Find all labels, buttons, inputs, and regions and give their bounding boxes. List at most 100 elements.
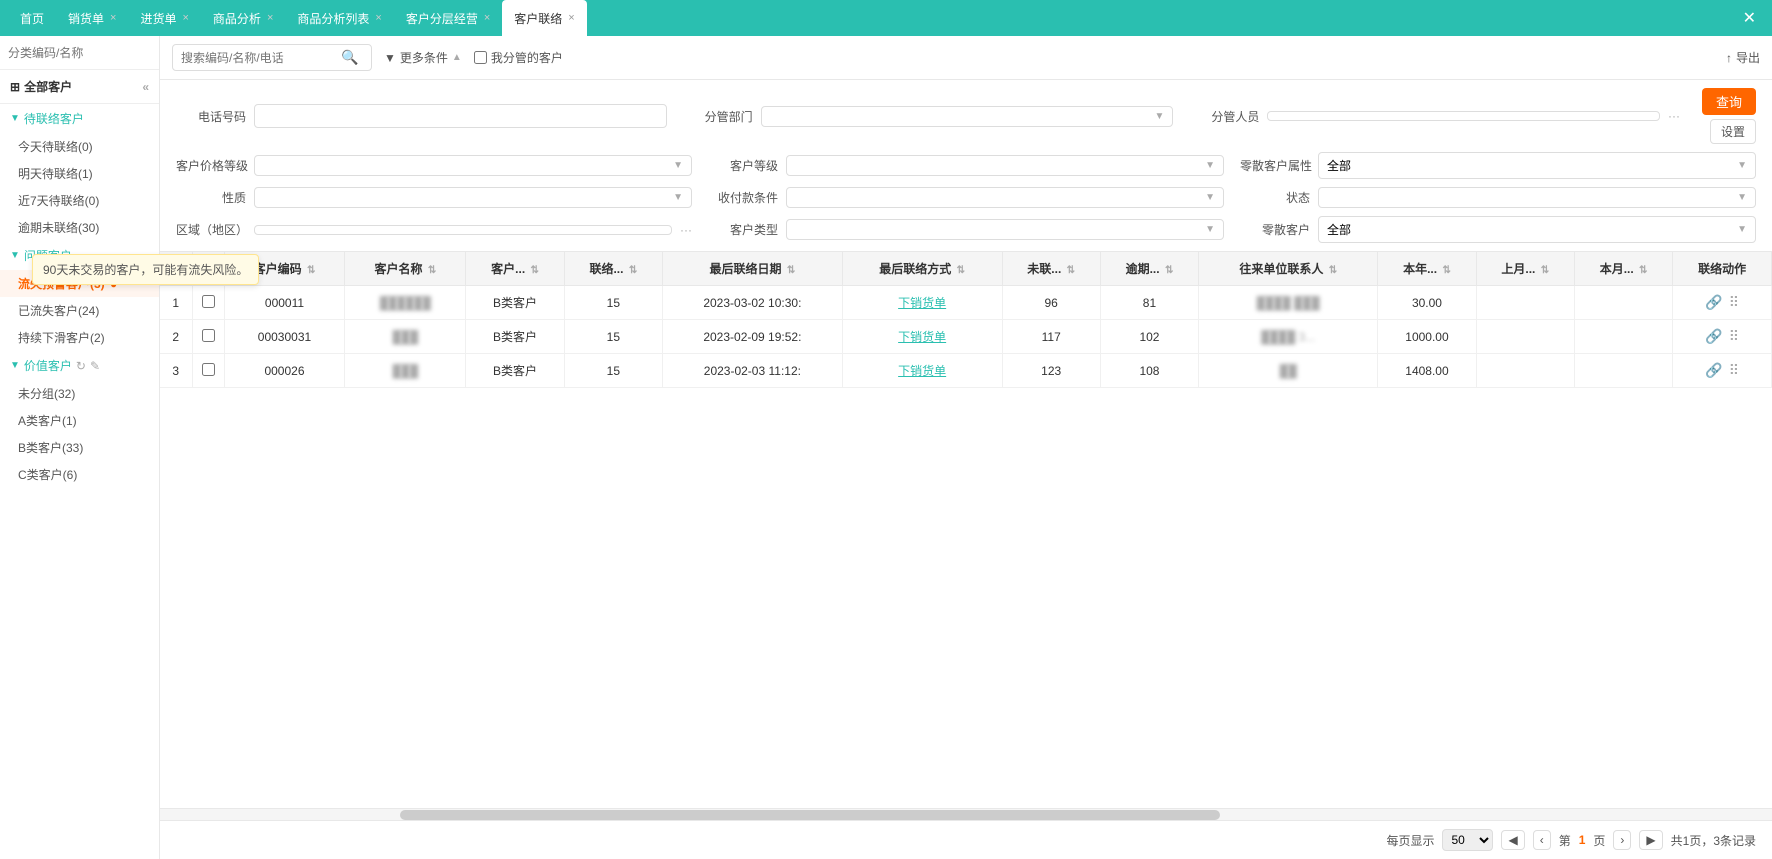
refresh-icon[interactable]: ↻: [76, 359, 86, 373]
th-customer-name[interactable]: 客户名称 ⇅: [345, 252, 466, 286]
th-contact-person[interactable]: 往来单位联系人 ⇅: [1199, 252, 1378, 286]
horizontal-scrollbar[interactable]: [160, 808, 1772, 820]
region-select[interactable]: [254, 225, 672, 235]
zero-attr-select[interactable]: 全部▼: [1318, 152, 1756, 179]
tab-customer-tier[interactable]: 客户分层经营 ×: [394, 0, 502, 36]
sidebar-item-declining[interactable]: 持续下滑客户(2): [0, 324, 159, 351]
sidebar-item-7day-contact[interactable]: 近7天待联络(0): [0, 187, 159, 214]
sidebar-group-pending-contact[interactable]: ▼ 待联络客户: [0, 104, 159, 133]
sidebar-item-tomorrow-contact[interactable]: 明天待联络(1): [0, 160, 159, 187]
th-last-contact-date[interactable]: 最后联络日期 ⇅: [663, 252, 843, 286]
per-page-select[interactable]: 50 100: [1442, 829, 1493, 851]
tab-analysis-list-close[interactable]: ×: [375, 12, 381, 24]
row3-code[interactable]: 000026: [224, 354, 345, 388]
person-select[interactable]: [1267, 111, 1660, 121]
row3-checkbox[interactable]: [192, 354, 224, 388]
sidebar-item-ungrouped[interactable]: 未分组(32): [0, 380, 159, 407]
row1-more-icon[interactable]: ⠿: [1729, 294, 1739, 311]
th-this-year[interactable]: 本年... ⇅: [1378, 252, 1476, 286]
th-last-month[interactable]: 上月... ⇅: [1476, 252, 1574, 286]
settings-btn[interactable]: 设置: [1710, 119, 1756, 144]
customer-level-select[interactable]: ▼: [786, 155, 1224, 176]
row1-uncontacted: 96: [1002, 286, 1100, 320]
tab-analysis-list[interactable]: 商品分析列表 ×: [285, 0, 393, 36]
scrollbar-thumb[interactable]: [400, 810, 1220, 820]
row3-link-icon[interactable]: 🔗: [1705, 362, 1722, 379]
tab-sales[interactable]: 销货单 ×: [56, 0, 128, 36]
th-customer-type[interactable]: 客户... ⇅: [466, 252, 564, 286]
tab-home[interactable]: 首页: [8, 0, 56, 36]
tab-purchase[interactable]: 进货单 ×: [128, 0, 200, 36]
sidebar-collapse-btn[interactable]: «: [142, 80, 149, 94]
tab-analysis[interactable]: 商品分析 ×: [201, 0, 285, 36]
last-page-btn[interactable]: ▶: [1639, 830, 1662, 850]
prev-page-btn[interactable]: ‹: [1533, 830, 1551, 850]
th-this-month[interactable]: 本月... ⇅: [1574, 252, 1672, 286]
row2-more-icon[interactable]: ⠿: [1729, 328, 1739, 345]
row2-action: 🔗 ⠿: [1673, 320, 1772, 354]
row2-link-icon[interactable]: 🔗: [1705, 328, 1722, 345]
sidebar-item-class-b[interactable]: B类客户(33): [0, 434, 159, 461]
sidebar-item-overdue-contact[interactable]: 逾期未联络(30): [0, 214, 159, 241]
row1-code[interactable]: 000011: [224, 286, 345, 320]
next-page-btn[interactable]: ›: [1613, 830, 1631, 850]
row2-code[interactable]: 00030031: [224, 320, 345, 354]
phone-input[interactable]: [254, 104, 667, 128]
my-customers-checkbox-wrap[interactable]: 我分管的客户: [474, 49, 563, 66]
close-window-btn[interactable]: ✕: [1735, 8, 1764, 28]
th-uncontacted[interactable]: 未联... ⇅: [1002, 252, 1100, 286]
tab-purchase-close[interactable]: ×: [182, 12, 188, 24]
filter-panel: 电话号码 分管部门 ▼ 分管人员 ··· 查询: [160, 80, 1772, 252]
payment-select[interactable]: ▼: [786, 187, 1224, 208]
sidebar-item-class-a[interactable]: A类客户(1): [0, 407, 159, 434]
customer-type-select[interactable]: ▼: [786, 219, 1224, 240]
row2-checkbox[interactable]: [192, 320, 224, 354]
sidebar-item-churned[interactable]: 已流失客户(24): [0, 297, 159, 324]
search-input[interactable]: [181, 51, 341, 65]
row3-more-icon[interactable]: ⠿: [1729, 362, 1739, 379]
edit-icon[interactable]: ✎: [90, 359, 100, 373]
row1-method[interactable]: 下销货单: [842, 286, 1002, 320]
query-btn[interactable]: 查询: [1702, 88, 1756, 115]
search-submit-icon[interactable]: 🔍: [341, 49, 358, 66]
person-more-btn[interactable]: ···: [1668, 109, 1680, 123]
export-btn[interactable]: ↑ 导出: [1726, 49, 1760, 66]
tab-analysis-close[interactable]: ×: [267, 12, 273, 24]
row3-overdue: 108: [1100, 354, 1198, 388]
filter-more-btn[interactable]: ▼ 更多条件 ▲: [384, 49, 462, 66]
region-more-btn[interactable]: ···: [680, 223, 692, 237]
sidebar-group-value-customers[interactable]: ▼ 价值客户 ↻ ✎: [0, 351, 159, 380]
row3-type: B类客户: [466, 354, 564, 388]
row1-link-icon[interactable]: 🔗: [1705, 294, 1722, 311]
tab-sales-close[interactable]: ×: [110, 12, 116, 24]
row1-checkbox[interactable]: [192, 286, 224, 320]
price-level-select[interactable]: ▼: [254, 155, 692, 176]
row3-this-year: 1408.00: [1378, 354, 1476, 388]
status-select[interactable]: ▼: [1318, 187, 1756, 208]
th-last-contact-method[interactable]: 最后联络方式 ⇅: [842, 252, 1002, 286]
sidebar-item-class-c[interactable]: C类客户(6): [0, 461, 159, 488]
my-customers-checkbox[interactable]: [474, 51, 487, 64]
row2-type: B类客户: [466, 320, 564, 354]
sort-icon-overdue: ⇅: [1165, 265, 1173, 276]
dept-select[interactable]: ▼: [761, 106, 1174, 127]
th-overdue[interactable]: 逾期... ⇅: [1100, 252, 1198, 286]
row2-overdue: 102: [1100, 320, 1198, 354]
row1-contact-person: ████ ███: [1199, 286, 1378, 320]
sidebar-search-input[interactable]: [8, 46, 160, 60]
zero-customer-select[interactable]: 全部▼: [1318, 216, 1756, 243]
row2-contact: 15: [564, 320, 662, 354]
customer-type-label: 客户类型: [708, 221, 778, 238]
row2-method[interactable]: 下销货单: [842, 320, 1002, 354]
tab-customer-contact-close[interactable]: ×: [568, 12, 574, 24]
sidebar-all-customers[interactable]: ⊞ 全部客户 «: [0, 70, 159, 104]
gender-select[interactable]: ▼: [254, 187, 692, 208]
sidebar-item-today-contact[interactable]: 今天待联络(0): [0, 133, 159, 160]
query-actions: 查询 设置: [1696, 88, 1756, 144]
tab-customer-tier-close[interactable]: ×: [484, 12, 490, 24]
first-page-btn[interactable]: ◀: [1501, 830, 1524, 850]
tab-customer-contact[interactable]: 客户联络 ×: [502, 0, 586, 36]
th-contact[interactable]: 联络... ⇅: [564, 252, 662, 286]
phone-label: 电话号码: [176, 108, 246, 125]
row3-method[interactable]: 下销货单: [842, 354, 1002, 388]
